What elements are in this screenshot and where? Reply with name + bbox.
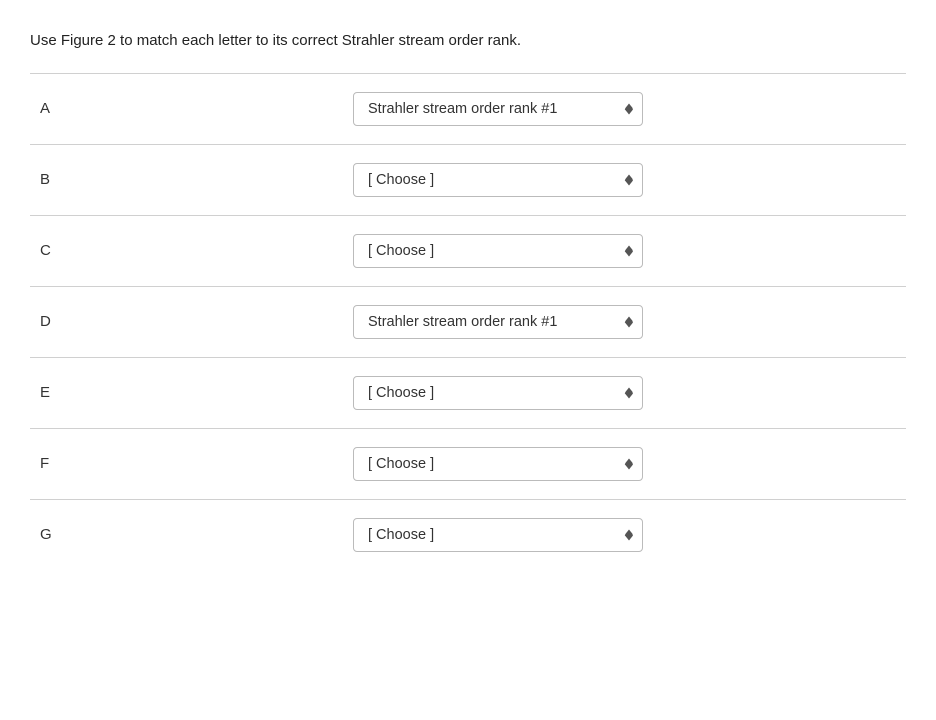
table-row: E [ Choose ]Strahler stream order rank #1… xyxy=(30,357,906,428)
select-f[interactable]: [ Choose ]Strahler stream order rank #1S… xyxy=(353,447,643,481)
letter-label-b: B xyxy=(30,144,90,215)
select-wrapper-f: [ Choose ]Strahler stream order rank #1S… xyxy=(353,447,643,481)
letter-label-e: E xyxy=(30,357,90,428)
letter-label-c: C xyxy=(30,215,90,286)
table-row: G [ Choose ]Strahler stream order rank #1… xyxy=(30,499,906,570)
question-table: A [ Choose ]Strahler stream order rank #1… xyxy=(30,73,906,570)
select-cell-g: [ Choose ]Strahler stream order rank #1S… xyxy=(90,499,906,570)
select-wrapper-g: [ Choose ]Strahler stream order rank #1S… xyxy=(353,518,643,552)
select-cell-e: [ Choose ]Strahler stream order rank #1S… xyxy=(90,357,906,428)
select-b[interactable]: [ Choose ]Strahler stream order rank #1S… xyxy=(353,163,643,197)
table-row: B [ Choose ]Strahler stream order rank #1… xyxy=(30,144,906,215)
select-a[interactable]: [ Choose ]Strahler stream order rank #1S… xyxy=(353,92,643,126)
select-wrapper-c: [ Choose ]Strahler stream order rank #1S… xyxy=(353,234,643,268)
select-wrapper-e: [ Choose ]Strahler stream order rank #1S… xyxy=(353,376,643,410)
letter-label-a: A xyxy=(30,73,90,144)
select-cell-d: [ Choose ]Strahler stream order rank #1S… xyxy=(90,286,906,357)
select-wrapper-b: [ Choose ]Strahler stream order rank #1S… xyxy=(353,163,643,197)
select-e[interactable]: [ Choose ]Strahler stream order rank #1S… xyxy=(353,376,643,410)
select-g[interactable]: [ Choose ]Strahler stream order rank #1S… xyxy=(353,518,643,552)
select-wrapper-d: [ Choose ]Strahler stream order rank #1S… xyxy=(353,305,643,339)
instructions-text: Use Figure 2 to match each letter to its… xyxy=(30,30,906,53)
select-cell-c: [ Choose ]Strahler stream order rank #1S… xyxy=(90,215,906,286)
letter-label-d: D xyxy=(30,286,90,357)
table-row: A [ Choose ]Strahler stream order rank #1… xyxy=(30,73,906,144)
letter-label-g: G xyxy=(30,499,90,570)
table-row: F [ Choose ]Strahler stream order rank #1… xyxy=(30,428,906,499)
select-cell-f: [ Choose ]Strahler stream order rank #1S… xyxy=(90,428,906,499)
select-cell-b: [ Choose ]Strahler stream order rank #1S… xyxy=(90,144,906,215)
select-d[interactable]: [ Choose ]Strahler stream order rank #1S… xyxy=(353,305,643,339)
select-cell-a: [ Choose ]Strahler stream order rank #1S… xyxy=(90,73,906,144)
table-row: C [ Choose ]Strahler stream order rank #1… xyxy=(30,215,906,286)
select-wrapper-a: [ Choose ]Strahler stream order rank #1S… xyxy=(353,92,643,126)
select-c[interactable]: [ Choose ]Strahler stream order rank #1S… xyxy=(353,234,643,268)
letter-label-f: F xyxy=(30,428,90,499)
table-row: D [ Choose ]Strahler stream order rank #1… xyxy=(30,286,906,357)
